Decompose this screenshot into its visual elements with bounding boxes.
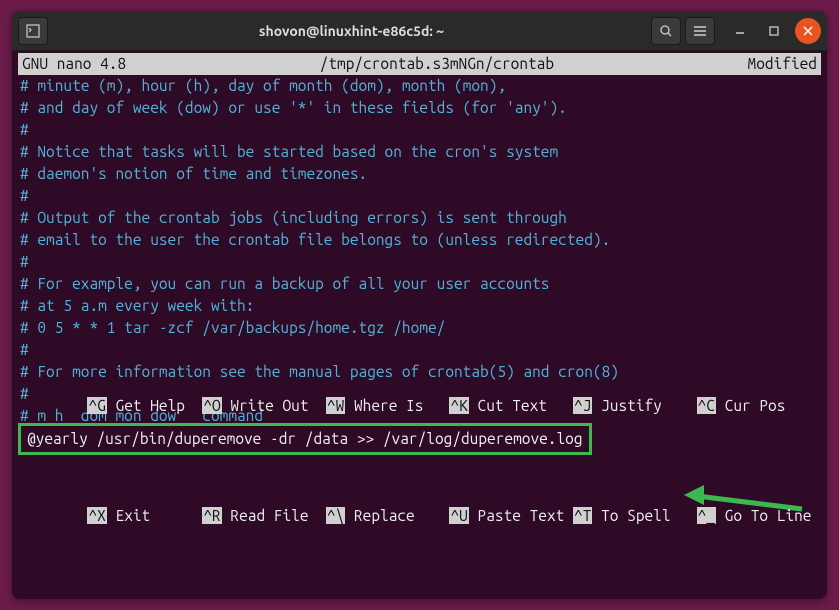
key-justify: ^J (573, 397, 592, 414)
key-curpos: ^C (697, 397, 716, 414)
comment-line: # For example, you can run a backup of a… (20, 273, 821, 295)
close-icon (803, 26, 813, 36)
comment-line: # and day of week (dow) or use '*' in th… (20, 97, 821, 119)
window-title: shovon@linuxhint-e86c5d: ~ (52, 23, 651, 39)
nano-shortcuts: ^G Get Help ^O Write Out ^W Where Is ^K … (18, 329, 821, 593)
new-tab-button[interactable] (18, 17, 48, 45)
comment-line: # (20, 251, 821, 273)
key-writeout: ^O (202, 397, 221, 414)
key-tospell: ^T (573, 507, 592, 524)
search-button[interactable] (651, 17, 681, 45)
comment-line: # (20, 185, 821, 207)
key-help: ^G (87, 397, 106, 414)
key-replace: ^\ (326, 507, 345, 524)
nano-filepath: /tmp/crontab.s3mNGn/crontab (320, 53, 554, 75)
minimize-icon (735, 26, 745, 36)
key-cut: ^K (449, 397, 468, 414)
nano-app-name: GNU nano 4.8 (22, 55, 126, 72)
nano-status: Modified (748, 53, 817, 75)
comment-line: # daemon's notion of time and timezones. (20, 163, 821, 185)
window-titlebar: shovon@linuxhint-e86c5d: ~ (12, 11, 827, 51)
key-gotoline: ^_ (697, 507, 716, 524)
comment-line: # email to the user the crontab file bel… (20, 229, 821, 251)
comment-line: # Notice that tasks will be started base… (20, 141, 821, 163)
maximize-icon (769, 26, 779, 36)
comment-line: # minute (m), hour (h), day of month (do… (20, 75, 821, 97)
comment-line: # at 5 a.m every week with: (20, 295, 821, 317)
terminal-content[interactable]: GNU nano 4.8 /tmp/crontab.s3mNGn/crontab… (12, 51, 827, 599)
key-exit: ^X (87, 507, 106, 524)
terminal-icon (26, 24, 40, 38)
maximize-button[interactable] (761, 18, 787, 44)
minimize-button[interactable] (727, 18, 753, 44)
close-button[interactable] (795, 18, 821, 44)
key-paste: ^U (449, 507, 468, 524)
menu-button[interactable] (685, 17, 715, 45)
comment-line: # (20, 119, 821, 141)
key-whereis: ^W (326, 397, 345, 414)
terminal-window: shovon@linuxhint-e86c5d: ~ GNU nano 4.8 … (12, 11, 827, 599)
search-icon (659, 24, 673, 38)
comment-line: # Output of the crontab jobs (including … (20, 207, 821, 229)
key-readfile: ^R (202, 507, 221, 524)
nano-header: GNU nano 4.8 /tmp/crontab.s3mNGn/crontab… (18, 53, 821, 75)
hamburger-icon (693, 25, 707, 37)
